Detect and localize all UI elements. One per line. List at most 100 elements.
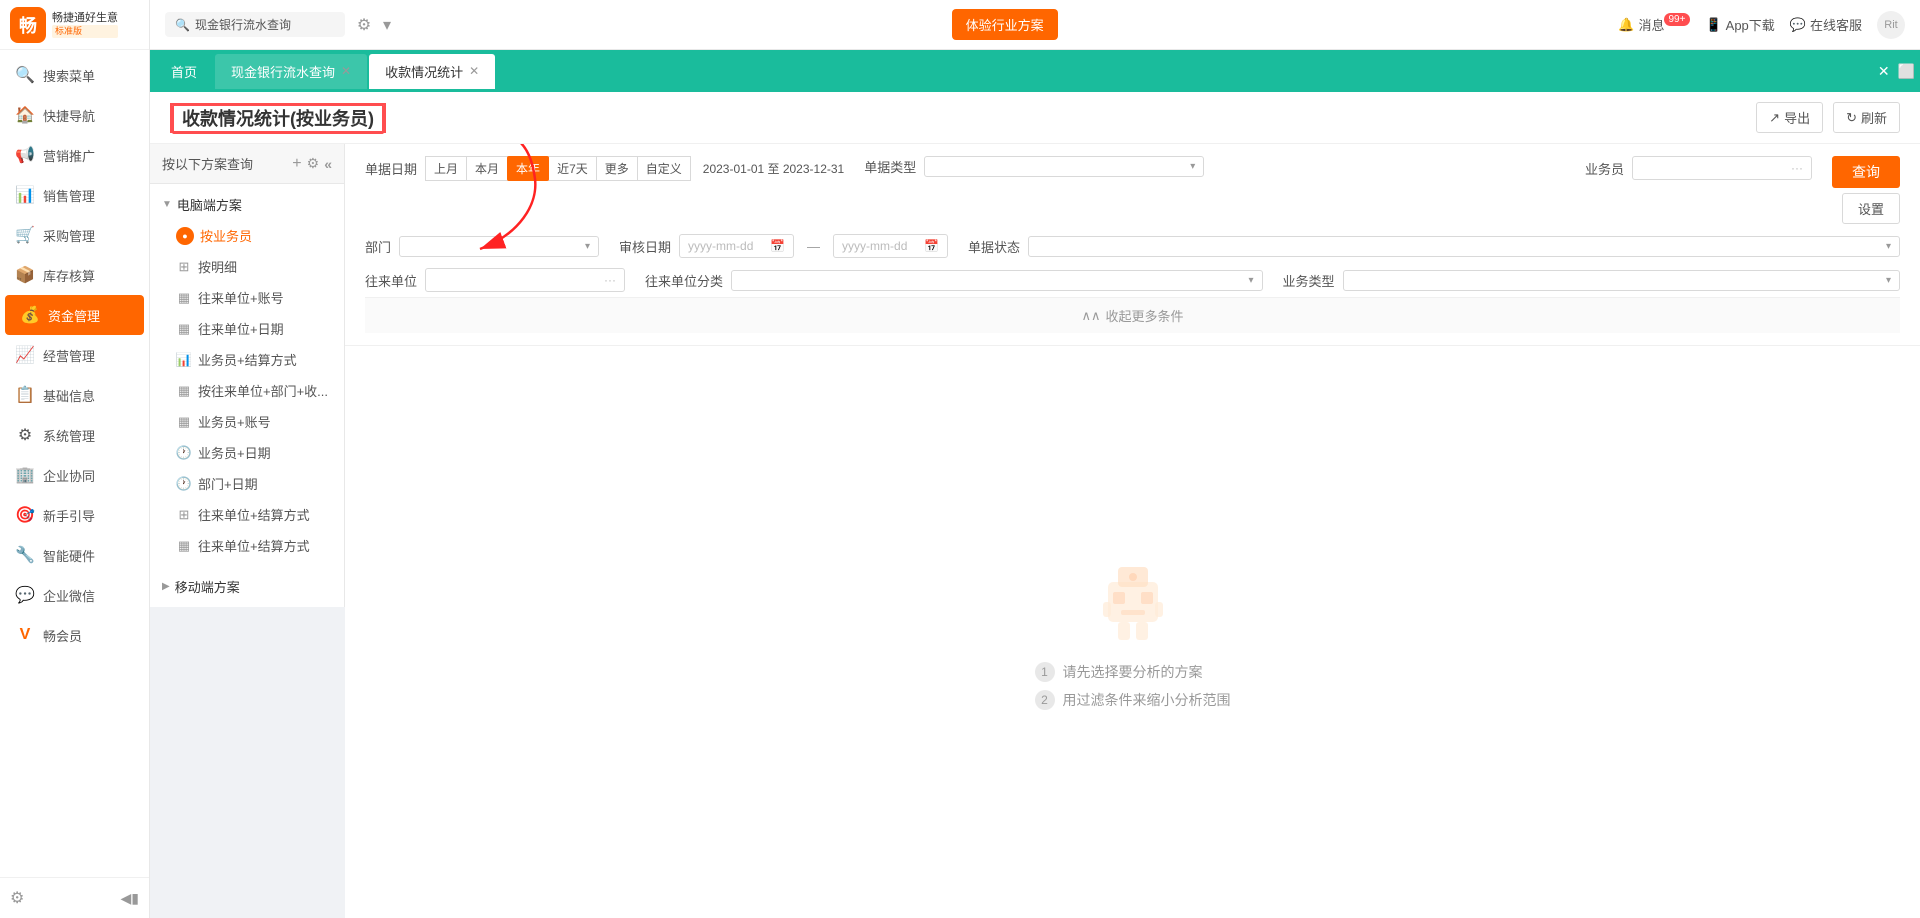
filter-area: 单据日期 上月 本月 本年 近7天 更多 自定义 2023-01-01 至 20…: [345, 144, 1920, 346]
online-service-item[interactable]: 💬 在线客服: [1790, 15, 1862, 34]
partner-type-filter: 往来单位分类 ▾: [645, 270, 1263, 291]
empty-steps: 1 请先选择要分析的方案 2 用过滤条件来缩小分析范围: [1035, 662, 1231, 718]
scheme-item-partner-settle1[interactable]: ⊞ 往来单位+结算方式: [150, 499, 344, 530]
sidebar-item-member[interactable]: V 畅会员: [0, 615, 149, 655]
bill-date-label: 单据日期: [365, 159, 417, 178]
sidebar-item-search-menu[interactable]: 🔍 搜索菜单: [0, 55, 149, 95]
sidebar-item-sales[interactable]: 📊 销售管理: [0, 175, 149, 215]
partner-label: 往来单位: [365, 271, 417, 290]
sidebar-item-inventory[interactable]: 📦 库存核算: [0, 255, 149, 295]
sidebar-item-hardware[interactable]: 🔧 智能硬件: [0, 535, 149, 575]
salesman-settle-icon: 📊: [176, 352, 192, 368]
topbar-gear-icon[interactable]: ⚙: [353, 14, 375, 36]
date-tab-7days[interactable]: 近7天: [548, 156, 597, 181]
scheme-item-salesman-date[interactable]: 🕐 业务员+日期: [150, 437, 344, 468]
scheme-item-by-detail[interactable]: ⊞ 按明细: [150, 251, 344, 282]
partner-settle1-icon: ⊞: [176, 507, 192, 523]
partner-more-icon: ···: [604, 273, 616, 287]
export-btn[interactable]: ↗ 导出: [1756, 102, 1823, 133]
query-btn[interactable]: 查询: [1832, 156, 1900, 188]
business-type-filter: 业务类型 ▾: [1283, 270, 1901, 291]
empty-state: 1 请先选择要分析的方案 2 用过滤条件来缩小分析范围: [345, 346, 1920, 918]
scheme-group-mobile-header[interactable]: ▶ 移动端方案: [150, 571, 344, 602]
sidebar-item-system[interactable]: ⚙ 系统管理: [0, 415, 149, 455]
tab-bar: 首页 现金银行流水查询 ✕ 收款情况统计 ✕ ✕ ⬜: [150, 50, 1920, 92]
page-title: 收款情况统计(按业务员): [172, 104, 384, 134]
message-item[interactable]: 🔔 消息 99+: [1618, 15, 1690, 34]
tab-collection-stats[interactable]: 收款情况统计 ✕: [369, 54, 495, 89]
dept-arrow: ▾: [585, 241, 590, 252]
panel-settings-icon[interactable]: ⚙: [307, 155, 320, 172]
date-tab-this-month[interactable]: 本月: [466, 156, 508, 181]
topbar-dropdown-icon[interactable]: ▾: [383, 15, 391, 35]
scheme-group-desktop-header[interactable]: ▼ 电脑端方案: [150, 189, 344, 220]
trial-btn[interactable]: 体验行业方案: [952, 9, 1058, 40]
tab-bank-flow-close[interactable]: ✕: [341, 64, 351, 78]
sidebar-item-guide[interactable]: 🎯 新手引导: [0, 495, 149, 535]
tab-bank-flow[interactable]: 现金银行流水查询 ✕: [215, 54, 367, 89]
tab-home[interactable]: 首页: [155, 54, 213, 89]
settings-btn[interactable]: 设置: [1842, 193, 1900, 224]
sidebar-item-operations[interactable]: 📈 经营管理: [0, 335, 149, 375]
partner-filter: 往来单位 ···: [365, 268, 625, 292]
sidebar-item-basic-info[interactable]: 📋 基础信息: [0, 375, 149, 415]
sidebar-settings-icon[interactable]: ⚙: [10, 888, 24, 908]
sidebar-nav: 🔍 搜索菜单 🏠 快捷导航 📢 营销推广 📊 销售管理 🛒 采购管理 📦 库存核…: [0, 50, 149, 877]
cal-from-icon: 📅: [770, 239, 785, 253]
page-actions: ↗ 导出 ↻ 刷新: [1756, 102, 1900, 133]
business-type-select[interactable]: ▾: [1343, 270, 1900, 291]
sidebar-item-purchase[interactable]: 🛒 采购管理: [0, 215, 149, 255]
refresh-btn[interactable]: ↻ 刷新: [1833, 102, 1900, 133]
partner-type-select[interactable]: ▾: [731, 270, 1262, 291]
mobile-group-arrow: ▶: [162, 581, 170, 592]
user-avatar[interactable]: Rit: [1877, 11, 1905, 39]
scheme-item-partner-settle2[interactable]: ▦ 往来单位+结算方式: [150, 530, 344, 561]
scheme-item-dept-date[interactable]: 🕐 部门+日期: [150, 468, 344, 499]
audit-date-from[interactable]: yyyy-mm-dd 📅: [679, 234, 794, 258]
audit-date-to[interactable]: yyyy-mm-dd 📅: [833, 234, 948, 258]
export-icon: ↗: [1769, 110, 1780, 126]
filter-row-3: 往来单位 ··· 往来单位分类 ▾ 业务: [365, 268, 1900, 292]
finance-icon: 💰: [20, 305, 40, 325]
sidebar-item-quick-nav[interactable]: 🏠 快捷导航: [0, 95, 149, 135]
dept-select[interactable]: ▾: [399, 236, 599, 257]
partner-dept-icon: ▦: [176, 383, 192, 399]
date-tabs: 上月 本月 本年 近7天 更多 自定义: [425, 156, 690, 181]
sidebar-collapse-icon[interactable]: ◀▮: [121, 890, 139, 907]
bill-type-select[interactable]: ▾: [924, 156, 1204, 177]
panel-collapse-icon[interactable]: «: [324, 156, 332, 172]
scheme-item-partner-account[interactable]: ▦ 往来单位+账号: [150, 282, 344, 313]
tab-maximize-icon[interactable]: ⬜: [1898, 63, 1915, 80]
sidebar-item-marketing[interactable]: 📢 营销推广: [0, 135, 149, 175]
date-tab-last-month[interactable]: 上月: [425, 156, 467, 181]
collapse-bar[interactable]: ∧∧ 收起更多条件: [365, 297, 1900, 333]
bill-type-arrow: ▾: [1190, 161, 1195, 172]
scheme-item-salesman-settle[interactable]: 📊 业务员+结算方式: [150, 344, 344, 375]
scheme-group-desktop: ▼ 电脑端方案 ● 按业务员 ⊞ 按明细 ▦ 往来单位+账号: [150, 184, 344, 566]
sidebar-item-enterprise[interactable]: 🏢 企业协同: [0, 455, 149, 495]
marketing-icon: 📢: [15, 145, 35, 165]
scheme-item-by-salesman[interactable]: ● 按业务员: [150, 220, 344, 251]
tab-close-all-icon[interactable]: ✕: [1878, 63, 1890, 80]
partner-select[interactable]: ···: [425, 268, 625, 292]
search-menu-icon: 🔍: [15, 65, 35, 85]
partner-settle2-icon: ▦: [176, 538, 192, 554]
salesman-select[interactable]: ···: [1632, 156, 1812, 180]
date-tab-custom[interactable]: 自定义: [637, 156, 691, 181]
tab-collection-stats-close[interactable]: ✕: [469, 64, 479, 78]
bill-status-select[interactable]: ▾: [1028, 236, 1900, 257]
sidebar-item-finance[interactable]: 💰 资金管理: [5, 295, 144, 335]
panel-add-icon[interactable]: +: [292, 155, 301, 173]
partner-date-icon: ▦: [176, 321, 192, 337]
scheme-item-salesman-account[interactable]: ▦ 业务员+账号: [150, 406, 344, 437]
date-tab-more[interactable]: 更多: [596, 156, 638, 181]
step-2-num: 2: [1035, 690, 1055, 710]
scheme-item-partner-date[interactable]: ▦ 往来单位+日期: [150, 313, 344, 344]
sidebar-item-wechat[interactable]: 💬 企业微信: [0, 575, 149, 615]
scheme-item-partner-dept-collect[interactable]: ▦ 按往来单位+部门+收...: [150, 375, 344, 406]
salesman-dot-icon: ●: [176, 227, 194, 245]
app-download-item[interactable]: 📱 App下载: [1705, 15, 1774, 34]
date-tab-this-year[interactable]: 本年: [507, 156, 549, 181]
sidebar: 畅 畅捷通好生意 标准版 🔍 搜索菜单 🏠 快捷导航 📢 营销推广 📊 销售管理…: [0, 0, 150, 918]
topbar-search[interactable]: 🔍 现金银行流水查询: [165, 12, 345, 37]
